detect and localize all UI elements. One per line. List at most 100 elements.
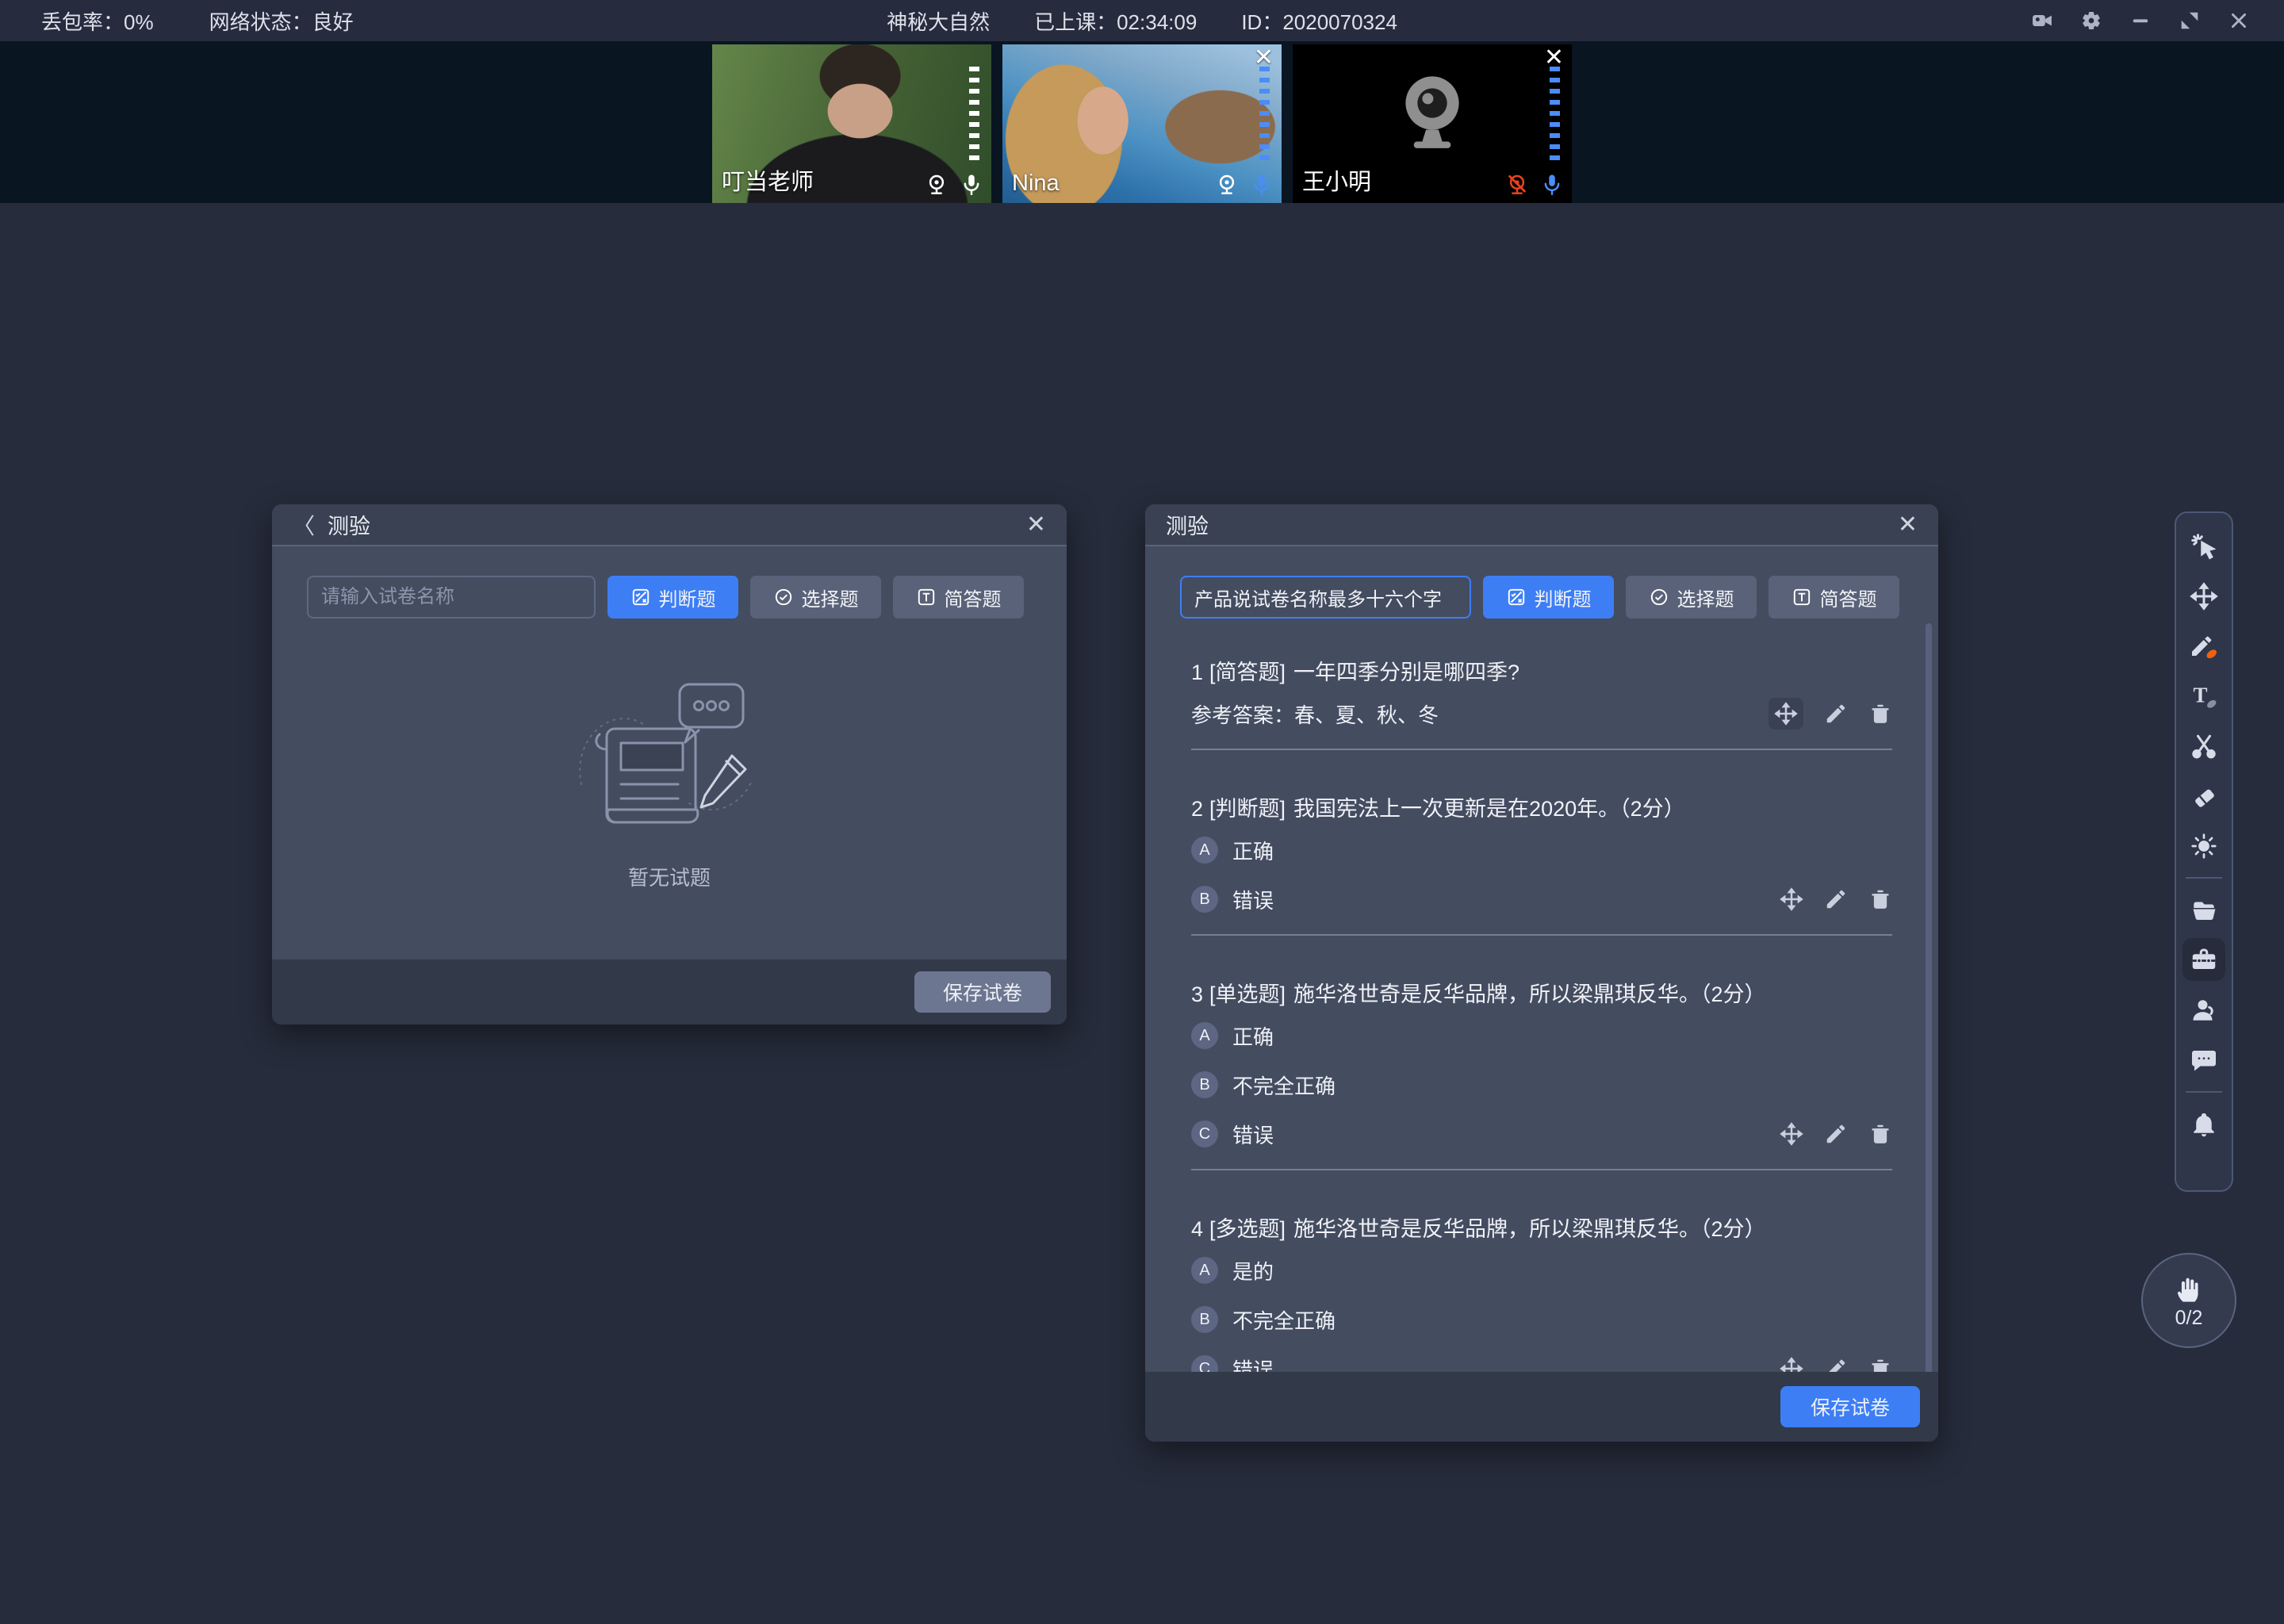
judge-icon (1508, 588, 1524, 606)
question-title: 4 [多选题] 施华洛世奇是反华品牌，所以梁鼎琪反华。（2分） (1191, 1217, 1766, 1241)
move-tool[interactable] (2182, 571, 2226, 621)
mic-on-icon[interactable] (1540, 173, 1564, 197)
room-id: ID：2020070324 (1241, 10, 1397, 34)
drag-move-icon[interactable] (1769, 698, 1803, 730)
save-paper-button[interactable]: 保存试卷 (914, 971, 1051, 1013)
delete-trash-icon[interactable] (1868, 1357, 1892, 1372)
option-row: A 正确 (1191, 828, 1892, 872)
choice-icon (775, 588, 791, 606)
scrollbar-thumb[interactable] (1926, 623, 1932, 1385)
question-item: 2 [判断题] 我国宪法上一次更新是在2020年。（2分） A 正确 B 错误 (1191, 795, 1892, 936)
window-controls (2029, 7, 2252, 34)
question-item: 1 [简答题] 一年四季分别是哪四季? 参考答案：春、夏、秋、冬 (1191, 658, 1892, 750)
drag-move-icon[interactable] (1780, 1357, 1803, 1372)
save-paper-button[interactable]: 保存试卷 (1780, 1386, 1920, 1427)
bell-tool[interactable] (2182, 1099, 2226, 1149)
close-icon[interactable] (2225, 7, 2252, 34)
edit-pencil-icon[interactable] (1824, 1122, 1848, 1146)
titlebar: 丢包率：0% 网络状态：良好 神秘大自然 已上课：02:34:09 ID：202… (0, 0, 2284, 41)
question-title: 2 [判断题] 我国宪法上一次更新是在2020年。（2分） (1191, 797, 1685, 821)
question-list: 判断题 选择题 简答题 1[简答题]一年四季分别是哪四季? 参考答案：春、夏、秋… (1145, 546, 1938, 1372)
participant-name: Nina (1012, 170, 1060, 196)
dialog-footer: 保存试卷 (1145, 1372, 1938, 1442)
add-choice-question-button[interactable]: 选择题 (1626, 576, 1757, 619)
participant-name: 叮当老师 (722, 170, 814, 195)
volume-meter (969, 60, 979, 160)
option-row: B 不完全正确 (1191, 1297, 1892, 1342)
record-camera-icon[interactable] (2029, 7, 2056, 34)
scissors-tool[interactable] (2182, 721, 2226, 771)
toolbox-tool[interactable] (2182, 938, 2225, 981)
text-tool[interactable]: T (2182, 671, 2226, 721)
hand-raise-count: 0/2 (2175, 1306, 2203, 1329)
minimize-icon[interactable] (2127, 7, 2154, 34)
video-tile-wangxiaoming[interactable]: ✕ 王小明 (1293, 44, 1572, 203)
pen-tool[interactable] (2182, 621, 2226, 671)
option-badge: A (1191, 1022, 1218, 1049)
edit-pencil-icon[interactable] (1824, 887, 1848, 911)
add-judge-question-button[interactable]: 判断题 (607, 576, 738, 619)
dialog-header: 测验 ✕ (1145, 504, 1938, 546)
webcam-on-icon[interactable] (1215, 173, 1239, 197)
close-icon[interactable]: ✕ (1898, 511, 1918, 538)
volume-meter (1259, 60, 1270, 160)
chat-tool[interactable] (2182, 1035, 2226, 1085)
add-short-answer-button[interactable]: 简答题 (893, 576, 1024, 619)
quiz-dialog-editor: 测验 ✕ 判断题 选择题 简答题 1[简答题]一年四季分别是哪四季? (1145, 504, 1938, 1442)
webcam-on-icon[interactable] (925, 173, 948, 197)
delete-trash-icon[interactable] (1868, 1122, 1892, 1146)
choice-icon (1650, 588, 1667, 606)
option-badge: C (1191, 1355, 1218, 1372)
courseware-folder-tool[interactable] (2182, 885, 2226, 935)
network-stats: 丢包率：0% 网络状态：良好 (41, 6, 354, 36)
paper-name-input[interactable] (307, 576, 596, 619)
session-info: 神秘大自然 已上课：02:34:09 ID：2020070324 (887, 6, 1397, 36)
webcam-off-icon[interactable] (1505, 173, 1529, 197)
restore-icon[interactable] (2176, 7, 2203, 34)
option-badge: A (1191, 1257, 1218, 1284)
reference-answer-row: 参考答案：春、夏、秋、冬 (1191, 691, 1892, 736)
video-tile-nina[interactable]: ✕ Nina (1002, 44, 1282, 203)
option-badge: B (1191, 886, 1218, 913)
question-item: 3 [单选题] 施华洛世奇是反华品牌，所以梁鼎琪反华。（2分） A 正确 B 不完全… (1191, 980, 1892, 1170)
judge-icon (632, 588, 649, 606)
short-answer-icon (1793, 588, 1810, 606)
no-questions-illustration (579, 683, 752, 824)
drag-move-icon[interactable] (1780, 887, 1803, 911)
drag-move-icon[interactable] (1780, 1122, 1803, 1146)
laser-pointer-tool[interactable] (2182, 821, 2226, 871)
option-badge: C (1191, 1120, 1218, 1147)
add-short-answer-button[interactable]: 简答题 (1769, 576, 1899, 619)
paper-name-input[interactable] (1180, 576, 1471, 619)
select-click-tool[interactable] (2182, 521, 2226, 571)
add-judge-question-button[interactable]: 判断题 (1483, 576, 1614, 619)
delete-trash-icon[interactable] (1868, 887, 1892, 911)
toolbar-divider (2186, 1091, 2222, 1093)
empty-state-text: 暂无试题 (627, 866, 711, 890)
edit-pencil-icon[interactable] (1824, 702, 1848, 726)
packet-loss: 丢包率：0% (41, 10, 154, 34)
empty-state: 暂无试题 (272, 683, 1067, 891)
edit-pencil-icon[interactable] (1824, 1357, 1848, 1372)
video-tile-teacher[interactable]: 叮当老师 (712, 44, 991, 203)
mic-on-icon[interactable] (960, 173, 983, 197)
eraser-tool[interactable] (2182, 771, 2226, 821)
mic-on-icon[interactable] (1250, 173, 1274, 197)
question-item: 4 [多选题] 施华洛世奇是反华品牌，所以梁鼎琪反华。（2分） A 是的 B 不完全… (1191, 1215, 1892, 1372)
members-tool[interactable] (2182, 985, 2226, 1035)
close-icon[interactable]: ✕ (1026, 511, 1046, 538)
add-choice-question-button[interactable]: 选择题 (750, 576, 881, 619)
option-badge: B (1191, 1071, 1218, 1098)
option-badge: B (1191, 1306, 1218, 1333)
class-timer: 已上课：02:34:09 (1034, 10, 1198, 34)
room-title: 神秘大自然 (887, 10, 991, 34)
option-row: A 正确 (1191, 1013, 1892, 1058)
settings-gear-icon[interactable] (2078, 7, 2105, 34)
back-chevron-icon[interactable]: 〈 (293, 509, 315, 541)
option-badge: A (1191, 837, 1218, 864)
question-title: 1 [简答题] 一年四季分别是哪四季? (1191, 661, 1520, 684)
delete-trash-icon[interactable] (1868, 702, 1892, 726)
hand-raise-button[interactable]: 0/2 (2141, 1253, 2236, 1348)
dialog-header: 〈 测验 ✕ (272, 504, 1067, 546)
webcam-placeholder-icon (1405, 76, 1459, 148)
